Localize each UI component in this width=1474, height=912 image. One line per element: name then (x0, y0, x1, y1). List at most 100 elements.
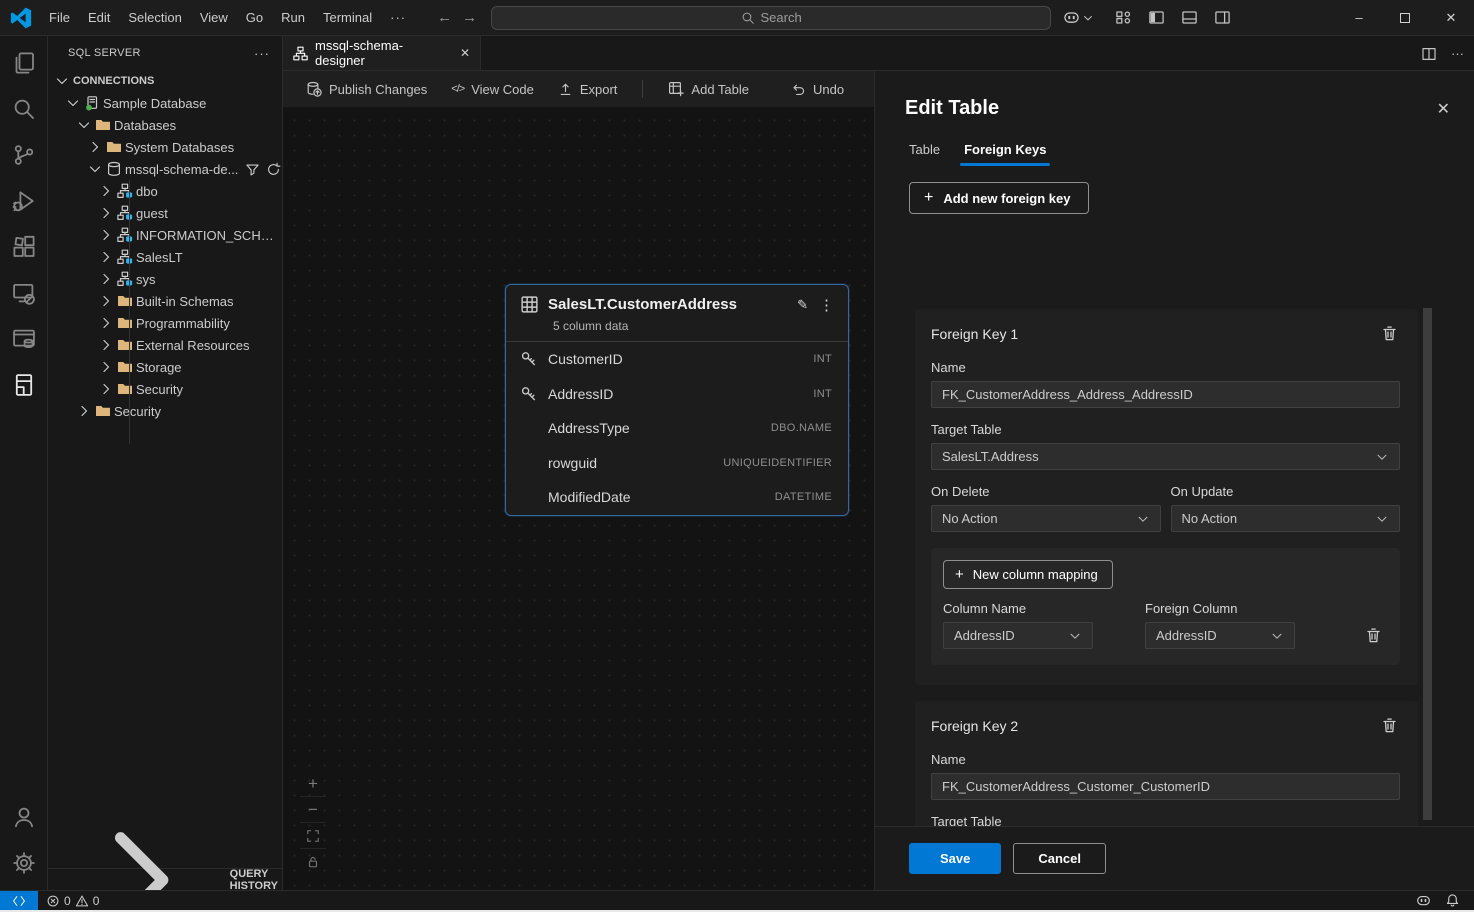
fk1-target-table-select[interactable]: SalesLT.Address (931, 443, 1400, 470)
fit-view-button[interactable] (300, 823, 326, 849)
fk1-on-update-select[interactable]: No Action (1171, 505, 1401, 532)
table-column-row[interactable]: rowguid UNIQUEIDENTIFIER (506, 446, 848, 481)
tree-item-external-resources[interactable]: External Resources (48, 334, 282, 356)
tab-mssql-schema-designer[interactable]: mssql-schema-designer ✕ (283, 36, 481, 70)
column-mapping-card: + New column mapping Column Name Address… (931, 548, 1400, 665)
table-column-row[interactable]: CustomerID INT (506, 342, 848, 377)
tree-item-programmability[interactable]: Programmability (48, 312, 282, 334)
tree-item-sample-database[interactable]: Sample Database (48, 92, 282, 114)
menu-go[interactable]: Go (237, 6, 272, 30)
source-control-icon[interactable] (0, 132, 48, 178)
cancel-button[interactable]: Cancel (1013, 843, 1106, 874)
table-node-kebab-icon[interactable]: ⋮ (817, 296, 836, 314)
copilot-status-icon[interactable] (1416, 893, 1431, 908)
search-icon (741, 11, 755, 25)
tree-item-system-databases[interactable]: System Databases (48, 136, 282, 158)
split-editor-icon[interactable] (1421, 46, 1437, 62)
window-minimize-button[interactable]: – (1336, 0, 1382, 35)
editor-more-actions[interactable]: ··· (1451, 46, 1464, 61)
table-column-row[interactable]: ModifiedDate DATETIME (506, 480, 848, 515)
delete-mapping-icon[interactable] (1365, 627, 1382, 644)
toggle-primary-sidebar-button[interactable] (1145, 6, 1168, 29)
tree-item-builtin-schemas[interactable]: Built-in Schemas (48, 290, 282, 312)
copilot-icon (1063, 9, 1080, 26)
tree-item-dbo[interactable]: dbo (48, 180, 282, 202)
command-center-search[interactable]: Search (491, 6, 1051, 30)
toggle-panel-button[interactable] (1178, 6, 1201, 29)
tab-foreign-keys[interactable]: Foreign Keys (964, 142, 1046, 166)
menu-file[interactable]: File (40, 6, 79, 30)
tree-section-query-history[interactable]: QUERY HISTORY (48, 868, 282, 890)
export-button[interactable]: Export (549, 77, 627, 102)
window-close-button[interactable]: ✕ (1428, 0, 1474, 35)
table-column-row[interactable]: AddressID INT (506, 377, 848, 412)
notifications-bell-icon[interactable] (1445, 893, 1460, 908)
menu-terminal[interactable]: Terminal (314, 6, 381, 30)
nav-forward-icon[interactable]: → (462, 9, 477, 26)
tree-item-security-outer[interactable]: Security (48, 400, 282, 422)
primary-key-icon (520, 385, 538, 403)
window-maximize-button[interactable] (1382, 0, 1428, 35)
mapping-foreign-select[interactable]: AddressID (1145, 622, 1295, 649)
fk2-name-input[interactable] (931, 773, 1400, 800)
tree-item-sys[interactable]: sys (48, 268, 282, 290)
remote-explorer-icon[interactable] (0, 270, 48, 316)
undo-button[interactable]: Undo (782, 77, 853, 102)
designer-toolbar: Publish Changes </> View Code Export (283, 71, 874, 107)
search-view-icon[interactable] (0, 86, 48, 132)
tree-item-security-inner[interactable]: Security (48, 378, 282, 400)
tree-item-guest[interactable]: guest (48, 202, 282, 224)
schema-canvas[interactable]: SalesLT.CustomerAddress ✎ ⋮ 5 column dat… (283, 107, 874, 890)
filter-icon[interactable] (245, 162, 260, 177)
delete-foreign-key-icon[interactable] (1381, 717, 1398, 734)
problems-status[interactable]: 0 0 (38, 891, 107, 910)
menu-run[interactable]: Run (272, 6, 314, 30)
extensions-icon[interactable] (0, 224, 48, 270)
lock-canvas-button[interactable] (300, 849, 326, 875)
table-node-customeraddress[interactable]: SalesLT.CustomerAddress ✎ ⋮ 5 column dat… (505, 284, 849, 516)
new-column-mapping-button[interactable]: + New column mapping (943, 560, 1113, 589)
refresh-icon[interactable] (266, 162, 281, 177)
add-table-button[interactable]: Add Table (659, 76, 758, 102)
delete-foreign-key-icon[interactable] (1381, 325, 1398, 342)
sql-server-view-icon[interactable] (0, 316, 48, 362)
run-debug-icon[interactable] (0, 178, 48, 224)
publish-changes-button[interactable]: Publish Changes (297, 76, 436, 102)
error-icon (46, 894, 60, 908)
tree-item-storage[interactable]: Storage (48, 356, 282, 378)
table-column-row[interactable]: AddressType DBO.NAME (506, 411, 848, 446)
customize-layout-button[interactable] (1112, 6, 1135, 29)
accounts-icon[interactable] (0, 794, 48, 840)
fk1-on-delete-select[interactable]: No Action (931, 505, 1161, 532)
tree-item-mssql-schema-database[interactable]: mssql-schema-de... (48, 158, 282, 180)
zoom-in-button[interactable]: + (300, 771, 326, 797)
nav-back-icon[interactable]: ← (437, 9, 452, 26)
menu-selection[interactable]: Selection (119, 6, 190, 30)
save-button[interactable]: Save (909, 843, 1001, 874)
menu-overflow[interactable]: ··· (381, 10, 415, 25)
panel-close-icon[interactable]: ✕ (1437, 99, 1450, 119)
tree-item-saleslt[interactable]: SalesLT (48, 246, 282, 268)
explorer-icon[interactable] (0, 40, 48, 86)
add-foreign-key-button[interactable]: + Add new foreign key (909, 182, 1089, 214)
panel-scrollbar[interactable] (1423, 308, 1432, 820)
edit-table-pencil-icon[interactable]: ✎ (797, 297, 808, 313)
menu-edit[interactable]: Edit (79, 6, 119, 30)
copilot-menu[interactable] (1063, 9, 1094, 26)
tab-close-icon[interactable]: ✕ (460, 46, 470, 60)
view-code-button[interactable]: </> View Code (442, 77, 543, 102)
zoom-out-button[interactable]: − (300, 797, 326, 823)
menu-view[interactable]: View (191, 6, 237, 30)
tree-item-databases[interactable]: Databases (48, 114, 282, 136)
fk1-name-input[interactable] (931, 381, 1400, 408)
tab-table[interactable]: Table (909, 142, 940, 166)
sidebar-more-actions[interactable]: ··· (254, 46, 270, 61)
remote-indicator[interactable] (0, 891, 38, 910)
toggle-secondary-sidebar-button[interactable] (1211, 6, 1234, 29)
settings-gear-icon[interactable] (0, 840, 48, 886)
tree-item-information-schema[interactable]: INFORMATION_SCHEMA (48, 224, 282, 246)
folder-icon (106, 139, 122, 155)
tree-section-connections[interactable]: CONNECTIONS (48, 70, 282, 92)
schema-designer-view-icon[interactable] (0, 362, 48, 408)
mapping-column-select[interactable]: AddressID (943, 622, 1093, 649)
